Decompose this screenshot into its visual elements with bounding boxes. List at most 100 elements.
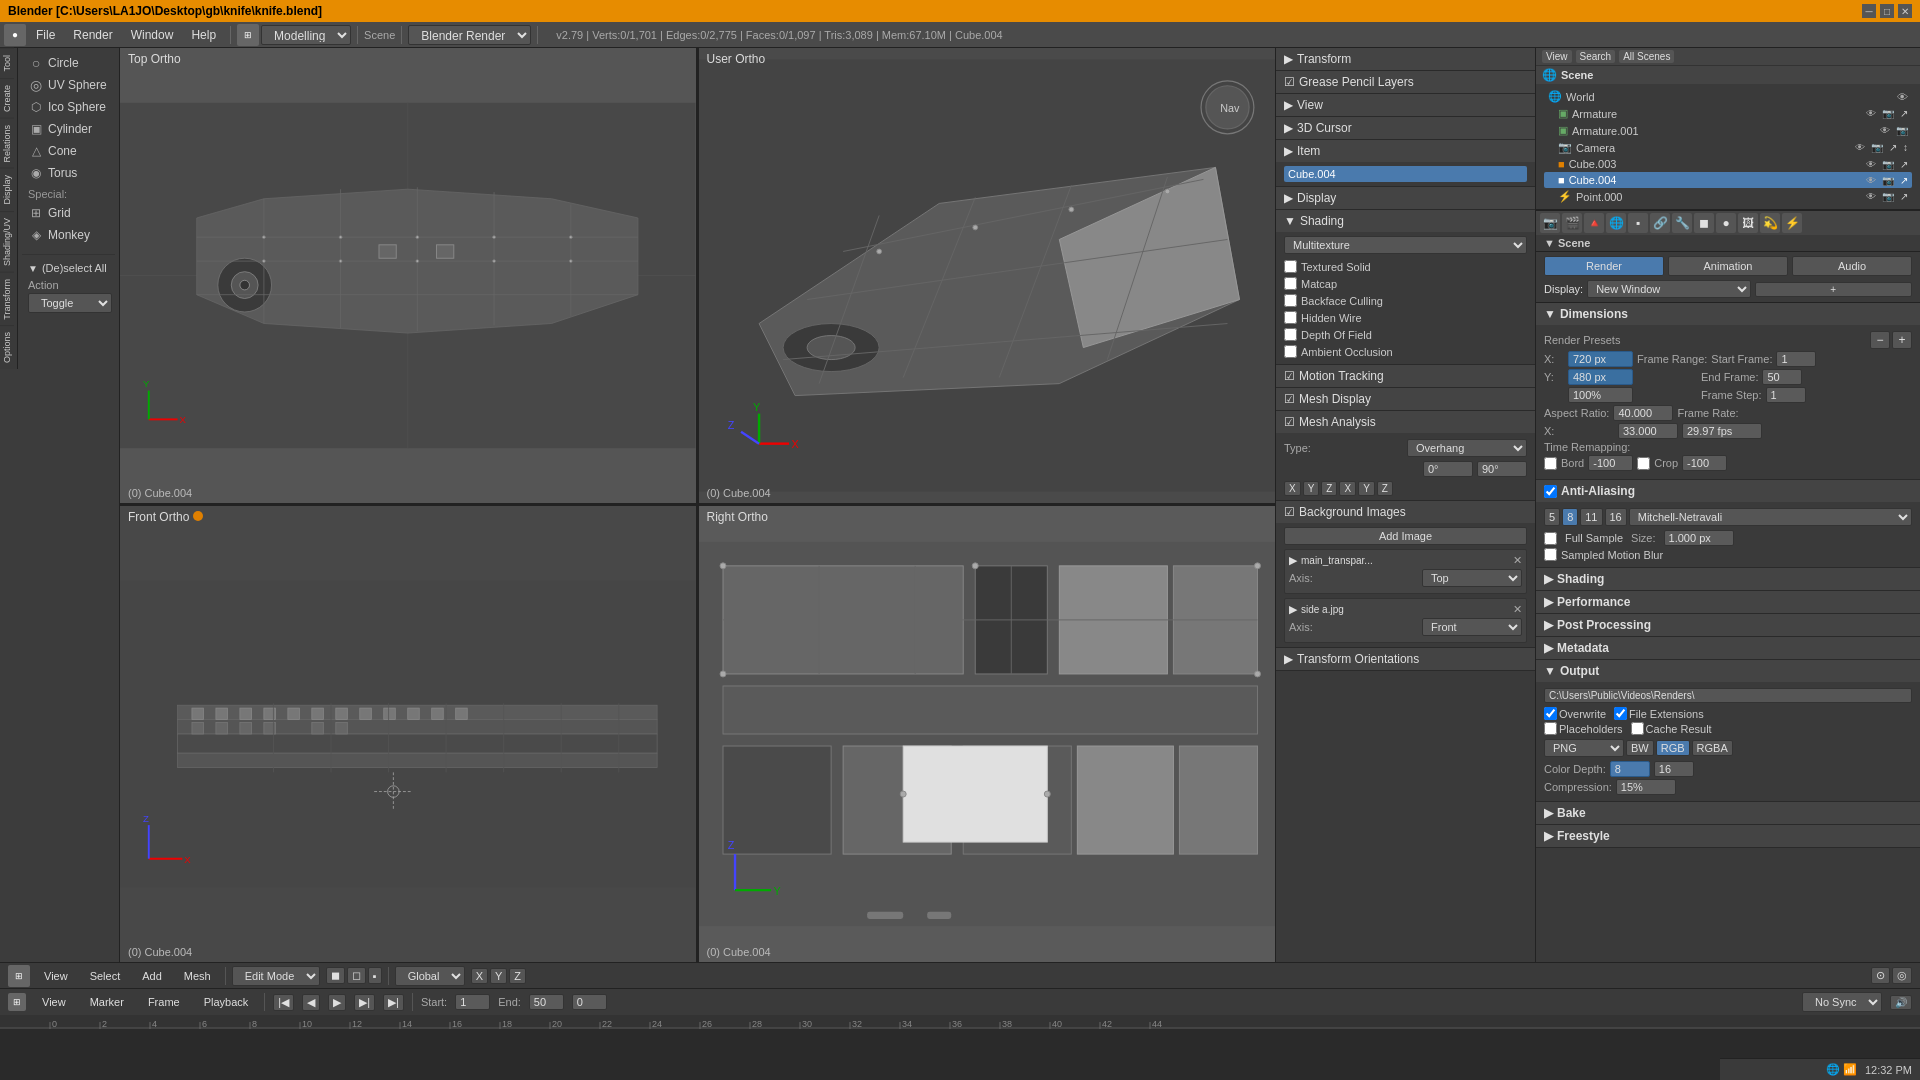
bg-image-1-axis-dropdown[interactable]: Top [1422, 569, 1522, 587]
cube003-sel-icon[interactable]: ↗ [1900, 159, 1908, 170]
full-sample-checkbox[interactable] [1544, 532, 1557, 545]
point000-sel-icon[interactable]: ↗ [1900, 191, 1908, 202]
timeline-editor-icon[interactable]: ⊞ [8, 993, 26, 1011]
output-path-input[interactable] [1544, 688, 1912, 703]
cam-eye-icon[interactable]: 👁 [1855, 142, 1865, 153]
sync-dropdown[interactable]: No Sync [1802, 992, 1882, 1012]
view-btn[interactable]: View [1542, 50, 1572, 63]
performance-header[interactable]: ▶ Performance [1536, 591, 1920, 613]
solid-shade-btn[interactable]: ◼ [326, 967, 345, 984]
camera-props-icon[interactable]: 📷 [1540, 213, 1560, 233]
ny-axis-btn[interactable]: Y [1358, 481, 1375, 496]
motion-tracking-checkbox[interactable]: ☑ [1284, 369, 1295, 383]
data-props-icon[interactable]: ◼ [1694, 213, 1714, 233]
aspect-y-input[interactable] [1618, 423, 1678, 439]
grease-pencil-checkbox[interactable]: ☑ [1284, 75, 1295, 89]
render-props-icon[interactable]: 🎬 [1562, 213, 1582, 233]
arm-render-icon[interactable]: 📷 [1882, 108, 1894, 119]
color-depth-max-input[interactable] [1654, 761, 1694, 777]
point000-item[interactable]: ⚡ Point.000 👁 📷 ↗ [1544, 188, 1912, 205]
matcap-checkbox[interactable] [1284, 277, 1297, 290]
cam-render-icon[interactable]: 📷 [1871, 142, 1883, 153]
vert-tab-display[interactable]: Display [0, 168, 14, 211]
world-eye-icon[interactable]: 👁 [1897, 91, 1908, 103]
layout-icon[interactable]: ⊞ [237, 24, 259, 46]
bake-header[interactable]: ▶ Bake [1536, 802, 1920, 824]
aa-8-btn[interactable]: 8 [1562, 508, 1578, 526]
action-dropdown[interactable]: Toggle [28, 293, 112, 313]
mesh-circle-item[interactable]: ○ Circle [22, 52, 115, 74]
item-name-input[interactable] [1284, 166, 1527, 182]
item-header[interactable]: ▶ Item [1276, 140, 1535, 162]
cube003-eye-icon[interactable]: 👁 [1866, 159, 1876, 170]
shading-header[interactable]: ▼ Shading [1276, 210, 1535, 232]
mode-dropdown[interactable]: Edit Mode [232, 966, 320, 986]
view-header[interactable]: ▶ View [1276, 94, 1535, 116]
toolbar-select-btn[interactable]: Select [82, 968, 129, 984]
timeline-frame-btn[interactable]: Frame [140, 994, 188, 1010]
border-val-input[interactable] [1588, 455, 1633, 471]
arm001-render-icon[interactable]: 📷 [1896, 125, 1908, 136]
mesh-icosphere-item[interactable]: ⬡ Ico Sphere [22, 96, 115, 118]
toolbar-add-btn[interactable]: Add [134, 968, 170, 984]
size-input[interactable] [1664, 530, 1734, 546]
rgb-btn[interactable]: RGB [1656, 740, 1690, 756]
audio-mute-btn[interactable]: 🔊 [1890, 995, 1912, 1010]
minimize-button[interactable]: ─ [1862, 4, 1876, 18]
display-header[interactable]: ▶ Display [1276, 187, 1535, 209]
depth-of-field-checkbox[interactable] [1284, 328, 1297, 341]
render-button[interactable]: Render [1544, 256, 1664, 276]
audio-button[interactable]: Audio [1792, 256, 1912, 276]
post-processing-header[interactable]: ▶ Post Processing [1536, 614, 1920, 636]
menu-render[interactable]: Render [65, 26, 120, 44]
aa-5-btn[interactable]: 5 [1544, 508, 1560, 526]
cube004-item[interactable]: ■ Cube.004 👁 📷 ↗ [1544, 172, 1912, 188]
end-frame-input[interactable] [1762, 369, 1802, 385]
physics-props-icon[interactable]: ⚡ [1782, 213, 1802, 233]
workspace-dropdown[interactable]: Modelling [261, 25, 351, 45]
start-frame-input[interactable] [1776, 351, 1816, 367]
start-input[interactable] [455, 994, 490, 1010]
cube003-render-icon[interactable]: 📷 [1882, 159, 1894, 170]
timeline-marker-btn[interactable]: Marker [82, 994, 132, 1010]
textured-solid-checkbox[interactable] [1284, 260, 1297, 273]
resolution-y-input[interactable] [1568, 369, 1633, 385]
mesh-cylinder-item[interactable]: ▣ Cylinder [22, 118, 115, 140]
y-axis-btn[interactable]: Y [1303, 481, 1320, 496]
mesh-uvsphere-item[interactable]: ◎ UV Sphere [22, 74, 115, 96]
background-images-header[interactable]: ☑ Background Images [1276, 501, 1535, 523]
sampled-motion-blur-checkbox[interactable] [1544, 548, 1557, 561]
cube003-item[interactable]: ■ Cube.003 👁 📷 ↗ [1544, 156, 1912, 172]
jump-start-btn[interactable]: |◀ [273, 994, 294, 1011]
cursor-header[interactable]: ▶ 3D Cursor [1276, 117, 1535, 139]
anti-aliasing-header[interactable]: Anti-Aliasing [1536, 480, 1920, 502]
pivot-dropdown[interactable]: Global [395, 966, 465, 986]
display-expand-btn[interactable]: + [1755, 282, 1912, 297]
viewport-front-ortho[interactable]: Front Ortho [120, 506, 697, 962]
background-images-checkbox[interactable]: ☑ [1284, 505, 1295, 519]
end-input[interactable] [529, 994, 564, 1010]
toolbar-view-btn[interactable]: View [36, 968, 76, 984]
point000-render-icon[interactable]: 📷 [1882, 191, 1894, 202]
bw-btn[interactable]: BW [1626, 740, 1654, 756]
deselect-all-item[interactable]: ▼ (De)select All [22, 259, 115, 277]
cam-sel-icon[interactable]: ↗ [1889, 142, 1897, 153]
mesh-display-checkbox[interactable]: ☑ [1284, 392, 1295, 406]
vert-tab-relations[interactable]: Relations [0, 118, 14, 169]
timeline-playback-btn[interactable]: Playback [196, 994, 257, 1010]
cache-result-checkbox[interactable] [1631, 722, 1644, 735]
particles-props-icon[interactable]: 💫 [1760, 213, 1780, 233]
aa-16-btn[interactable]: 16 [1605, 508, 1627, 526]
armature001-item[interactable]: ▣ Armature.001 👁 📷 [1544, 122, 1912, 139]
resolution-x-input[interactable] [1568, 351, 1633, 367]
file-extensions-checkbox[interactable] [1614, 707, 1627, 720]
transform-orientations-header[interactable]: ▶ Transform Orientations [1276, 648, 1535, 670]
wire-shade-btn[interactable]: ◻ [347, 967, 366, 984]
timeline-track[interactable]: 0 2 4 6 8 10 12 14 16 18 20 22 24 26 28 … [0, 1015, 1920, 1080]
bg-image-2-close[interactable]: ✕ [1513, 603, 1522, 616]
grease-pencil-header[interactable]: ☑ Grease Pencil Layers [1276, 71, 1535, 93]
arm-eye-icon[interactable]: 👁 [1866, 108, 1876, 119]
crop-checkbox[interactable] [1637, 457, 1650, 470]
mesh-analysis-type-dropdown[interactable]: Overhang [1407, 439, 1527, 457]
point000-eye-icon[interactable]: 👁 [1866, 191, 1876, 202]
